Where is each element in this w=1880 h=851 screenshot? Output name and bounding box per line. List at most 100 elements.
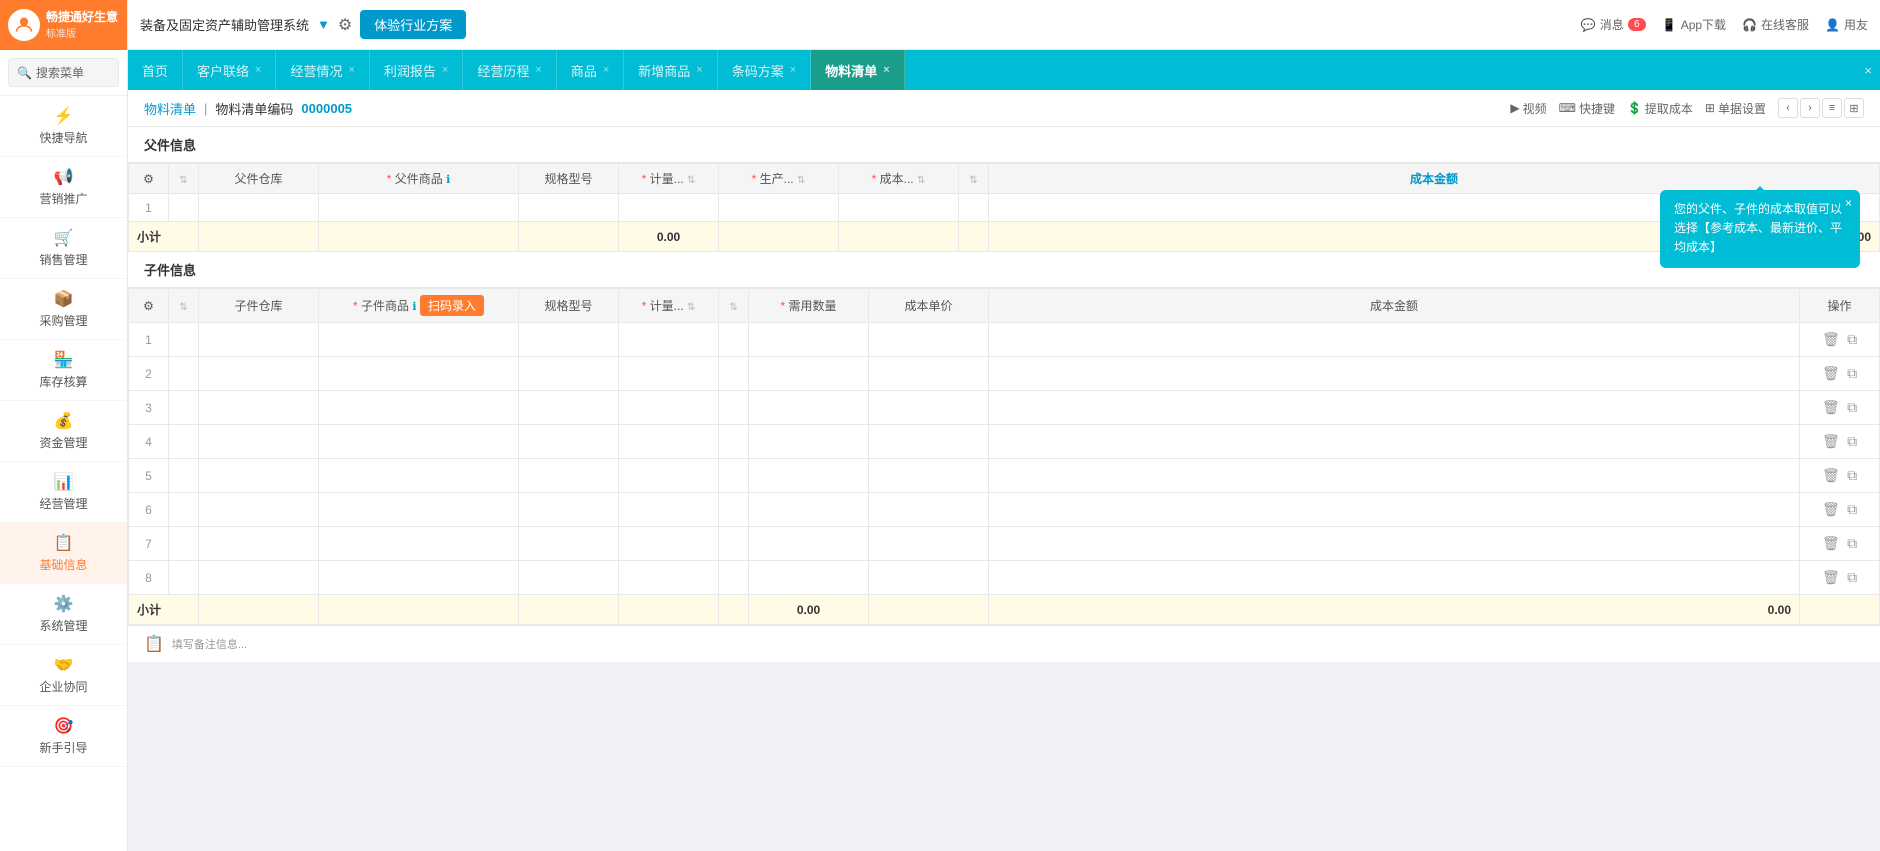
- settings-icon[interactable]: ⚙: [338, 15, 352, 35]
- copy-row-button-4[interactable]: ⧉: [1845, 431, 1859, 452]
- child-qty-input-8[interactable]: [627, 570, 710, 585]
- tab-ops-history[interactable]: 经营历程 ×: [463, 50, 556, 90]
- sidebar-item-system[interactable]: ⚙️ 系统管理: [0, 584, 127, 645]
- child-unit-cost-input-2[interactable]: [877, 366, 980, 381]
- child-needed-qty-input-8[interactable]: [757, 570, 860, 585]
- child-qty-input-6[interactable]: [627, 502, 710, 517]
- tab-bom[interactable]: 物料清单 ×: [811, 50, 904, 90]
- child-spec-input-2[interactable]: [527, 366, 610, 381]
- delete-row-button-5[interactable]: 🗑: [1820, 465, 1842, 486]
- sidebar-item-purchase[interactable]: 📦 采购管理: [0, 279, 127, 340]
- child-qty-input-4[interactable]: [627, 434, 710, 449]
- child-needed-qty-input-4[interactable]: [757, 434, 860, 449]
- child-product-input-1[interactable]: [327, 332, 510, 347]
- copy-row-button-2[interactable]: ⧉: [1845, 363, 1859, 384]
- delete-row-button-8[interactable]: 🗑: [1820, 567, 1842, 588]
- tab-home[interactable]: 首页: [128, 50, 183, 90]
- delete-row-button-4[interactable]: 🗑: [1820, 431, 1842, 452]
- grid-button[interactable]: ⊞: [1844, 98, 1864, 118]
- sidebar-item-enterprise[interactable]: 🤝 企业协同: [0, 645, 127, 706]
- child-unit-cost-input-6[interactable]: [877, 502, 980, 517]
- child-col-settings[interactable]: ⚙: [129, 289, 169, 323]
- scan-button[interactable]: 扫码录入: [420, 295, 484, 316]
- child-warehouse-input-8[interactable]: [207, 570, 310, 585]
- delete-row-button-3[interactable]: 🗑: [1820, 397, 1842, 418]
- child-unit-cost-input-4[interactable]: [877, 434, 980, 449]
- expand-button[interactable]: ≡: [1822, 98, 1842, 118]
- parent-product-info-icon[interactable]: ℹ: [446, 174, 450, 186]
- child-warehouse-input-2[interactable]: [207, 366, 310, 381]
- sidebar-item-basic[interactable]: 📋 基础信息: [0, 523, 127, 584]
- tab-products[interactable]: 商品 ×: [557, 50, 624, 90]
- child-warehouse-input-7[interactable]: [207, 536, 310, 551]
- child-qty-input-3[interactable]: [627, 400, 710, 415]
- child-warehouse-input-6[interactable]: [207, 502, 310, 517]
- prev-button[interactable]: ‹: [1778, 98, 1798, 118]
- child-product-input-8[interactable]: [327, 570, 510, 585]
- tooltip-close-button[interactable]: ×: [1845, 194, 1852, 213]
- copy-row-button-5[interactable]: ⧉: [1845, 465, 1859, 486]
- trial-button[interactable]: 体验行业方案: [360, 10, 466, 39]
- child-warehouse-input-1[interactable]: [207, 332, 310, 347]
- tab-close-profit[interactable]: ×: [442, 64, 448, 76]
- child-product-input-2[interactable]: [327, 366, 510, 381]
- parent-product-input[interactable]: [327, 200, 510, 215]
- child-spec-input-4[interactable]: [527, 434, 610, 449]
- child-warehouse-input-4[interactable]: [207, 434, 310, 449]
- sidebar-item-quicknav[interactable]: ⚡ 快捷导航: [0, 96, 127, 157]
- sidebar-item-operations[interactable]: 📊 经营管理: [0, 462, 127, 523]
- tab-close-customer[interactable]: ×: [255, 64, 261, 76]
- parent-production-input[interactable]: [727, 200, 830, 215]
- message-button[interactable]: 💬 消息 6: [1581, 16, 1646, 33]
- child-qty-input-1[interactable]: [627, 332, 710, 347]
- child-spec-input-1[interactable]: [527, 332, 610, 347]
- copy-row-button-8[interactable]: ⧉: [1845, 567, 1859, 588]
- child-spec-input-8[interactable]: [527, 570, 610, 585]
- child-needed-qty-input-2[interactable]: [757, 366, 860, 381]
- tab-close-ops[interactable]: ×: [348, 64, 354, 76]
- sidebar-item-guide[interactable]: 🎯 新手引导: [0, 706, 127, 767]
- parent-warehouse-input[interactable]: [207, 200, 310, 215]
- child-product-input-4[interactable]: [327, 434, 510, 449]
- copy-row-button-6[interactable]: ⧉: [1845, 499, 1859, 520]
- close-all-tabs[interactable]: ×: [1856, 63, 1880, 78]
- doc-settings-button[interactable]: ⊞ 单据设置: [1705, 100, 1766, 117]
- child-needed-qty-input-5[interactable]: [757, 468, 860, 483]
- user-button[interactable]: 👤 用友: [1825, 16, 1868, 33]
- child-spec-input-5[interactable]: [527, 468, 610, 483]
- child-spec-input-7[interactable]: [527, 536, 610, 551]
- tab-operations-status[interactable]: 经营情况 ×: [276, 50, 369, 90]
- next-button[interactable]: ›: [1800, 98, 1820, 118]
- child-unit-cost-input-1[interactable]: [877, 332, 980, 347]
- copy-row-button-1[interactable]: ⧉: [1845, 329, 1859, 350]
- child-unit-cost-input-5[interactable]: [877, 468, 980, 483]
- breadcrumb-list[interactable]: 物料清单: [144, 99, 196, 118]
- child-product-input-7[interactable]: [327, 536, 510, 551]
- tab-new-product[interactable]: 新增商品 ×: [624, 50, 717, 90]
- tab-close-new-product[interactable]: ×: [696, 64, 702, 76]
- delete-row-button-1[interactable]: 🗑: [1820, 329, 1842, 350]
- child-spec-input-6[interactable]: [527, 502, 610, 517]
- search-menu-button[interactable]: 🔍 搜索菜单: [8, 58, 119, 87]
- parent-spec-input[interactable]: [527, 200, 610, 215]
- child-spec-input-3[interactable]: [527, 400, 610, 415]
- child-qty-input-7[interactable]: [627, 536, 710, 551]
- tab-profit[interactable]: 利润报告 ×: [370, 50, 463, 90]
- dropdown-icon[interactable]: ▼: [317, 17, 330, 32]
- parent-qty-input[interactable]: [627, 200, 710, 215]
- child-qty-input-5[interactable]: [627, 468, 710, 483]
- child-needed-qty-input-1[interactable]: [757, 332, 860, 347]
- copy-row-button-3[interactable]: ⧉: [1845, 397, 1859, 418]
- sidebar-item-finance[interactable]: 💰 资金管理: [0, 401, 127, 462]
- child-unit-cost-input-3[interactable]: [877, 400, 980, 415]
- tab-close-bom[interactable]: ×: [883, 64, 889, 76]
- child-product-input-6[interactable]: [327, 502, 510, 517]
- child-product-input-5[interactable]: [327, 468, 510, 483]
- extract-cost-button[interactable]: 💲 提取成本: [1627, 100, 1693, 117]
- delete-row-button-6[interactable]: 🗑: [1820, 499, 1842, 520]
- tab-close-barcode[interactable]: ×: [790, 64, 796, 76]
- parent-cost-input[interactable]: [847, 200, 950, 215]
- bottom-note-icon[interactable]: 📋: [144, 634, 164, 654]
- sidebar-item-marketing[interactable]: 📢 营销推广: [0, 157, 127, 218]
- child-needed-qty-input-7[interactable]: [757, 536, 860, 551]
